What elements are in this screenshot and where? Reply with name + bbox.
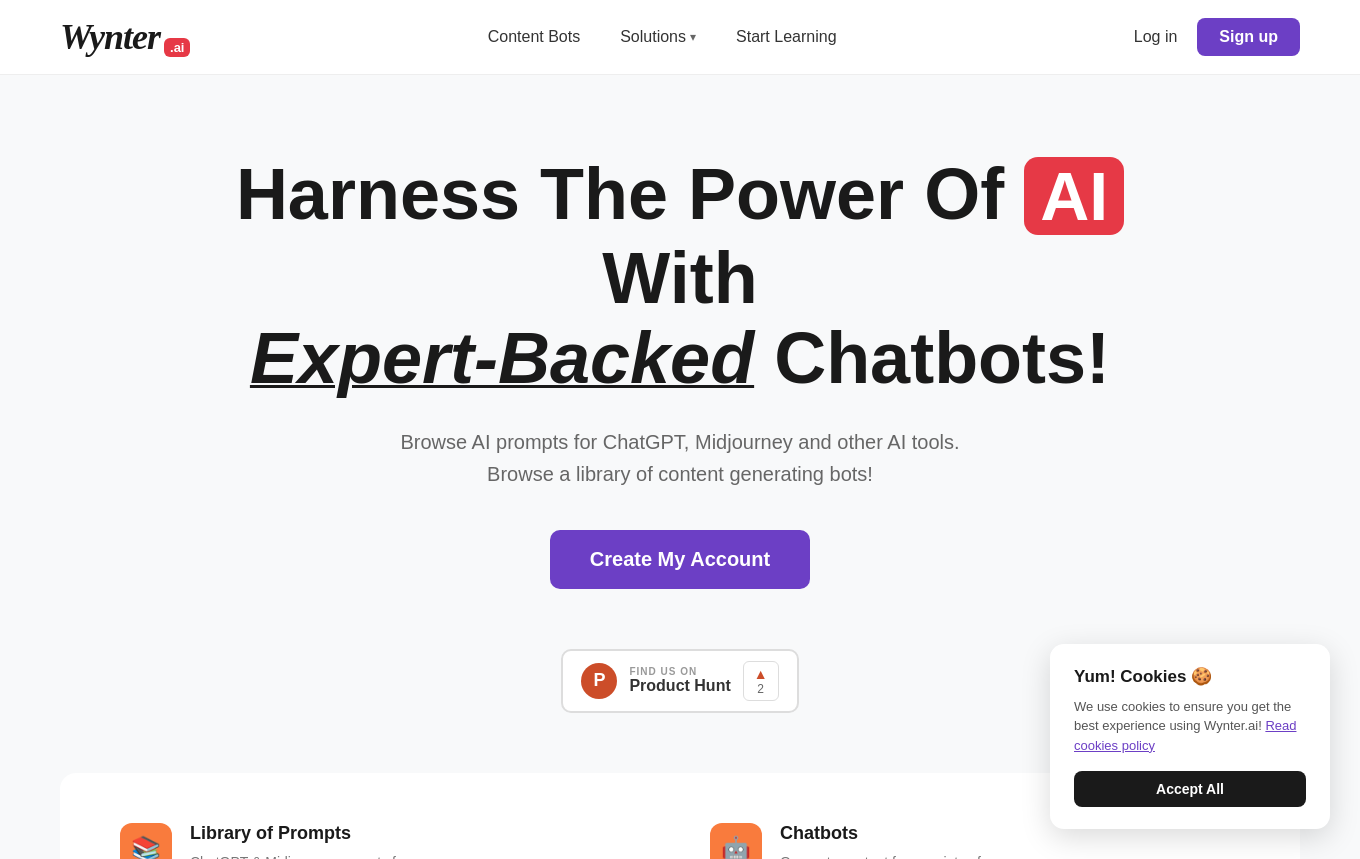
navbar: Wynter.ai Content Bots Solutions ▾ Start… xyxy=(0,0,1360,75)
find-us-on-label: FIND US ON xyxy=(629,666,730,677)
product-hunt-text: FIND US ON Product Hunt xyxy=(629,666,730,695)
product-hunt-vote[interactable]: ▲ 2 xyxy=(743,661,779,701)
logo[interactable]: Wynter.ai xyxy=(60,16,190,58)
nav-actions: Log in Sign up xyxy=(1134,18,1300,56)
product-hunt-icon: P xyxy=(581,663,617,699)
feature-library-content: Library of Prompts ChatGPT & Midjourney … xyxy=(190,823,420,859)
create-account-button[interactable]: Create My Account xyxy=(550,530,810,589)
product-hunt-badge[interactable]: P FIND US ON Product Hunt ▲ 2 xyxy=(561,649,798,713)
feature-chatbots-desc: Generate content for a variety of xyxy=(780,852,981,859)
feature-chatbots-content: Chatbots Generate content for a variety … xyxy=(780,823,981,859)
vote-count: 2 xyxy=(757,682,764,696)
nav-solutions[interactable]: Solutions ▾ xyxy=(620,28,696,46)
nav-links: Content Bots Solutions ▾ Start Learning xyxy=(488,28,837,46)
nav-start-learning[interactable]: Start Learning xyxy=(736,28,837,46)
signup-button[interactable]: Sign up xyxy=(1197,18,1300,56)
feature-library-title: Library of Prompts xyxy=(190,823,420,844)
feature-chatbots-title: Chatbots xyxy=(780,823,981,844)
logo-ai-badge: .ai xyxy=(164,38,190,57)
chatbots-icon: 🤖 xyxy=(710,823,762,859)
ai-badge: AI xyxy=(1024,157,1124,236)
logo-text: Wynter xyxy=(60,16,160,58)
feature-library-of-prompts: 📚 Library of Prompts ChatGPT & Midjourne… xyxy=(120,823,650,859)
chevron-down-icon: ▾ xyxy=(690,30,696,44)
hero-title: Harness The Power Of AI With Expert-Back… xyxy=(230,155,1130,398)
feature-library-desc: ChatGPT & Midjourney prompts from xyxy=(190,852,420,859)
cookie-text: We use cookies to ensure you get the bes… xyxy=(1074,697,1306,756)
product-hunt-name: Product Hunt xyxy=(629,677,730,695)
nav-content-bots[interactable]: Content Bots xyxy=(488,28,581,46)
cookie-title: Yum! Cookies 🍪 xyxy=(1074,666,1306,687)
hero-subtitle: Browse AI prompts for ChatGPT, Midjourne… xyxy=(370,426,990,490)
login-button[interactable]: Log in xyxy=(1134,28,1178,46)
library-prompts-icon: 📚 xyxy=(120,823,172,859)
upvote-arrow-icon: ▲ xyxy=(754,666,768,682)
cookie-notice: Yum! Cookies 🍪 We use cookies to ensure … xyxy=(1050,644,1330,830)
accept-cookies-button[interactable]: Accept All xyxy=(1074,771,1306,807)
